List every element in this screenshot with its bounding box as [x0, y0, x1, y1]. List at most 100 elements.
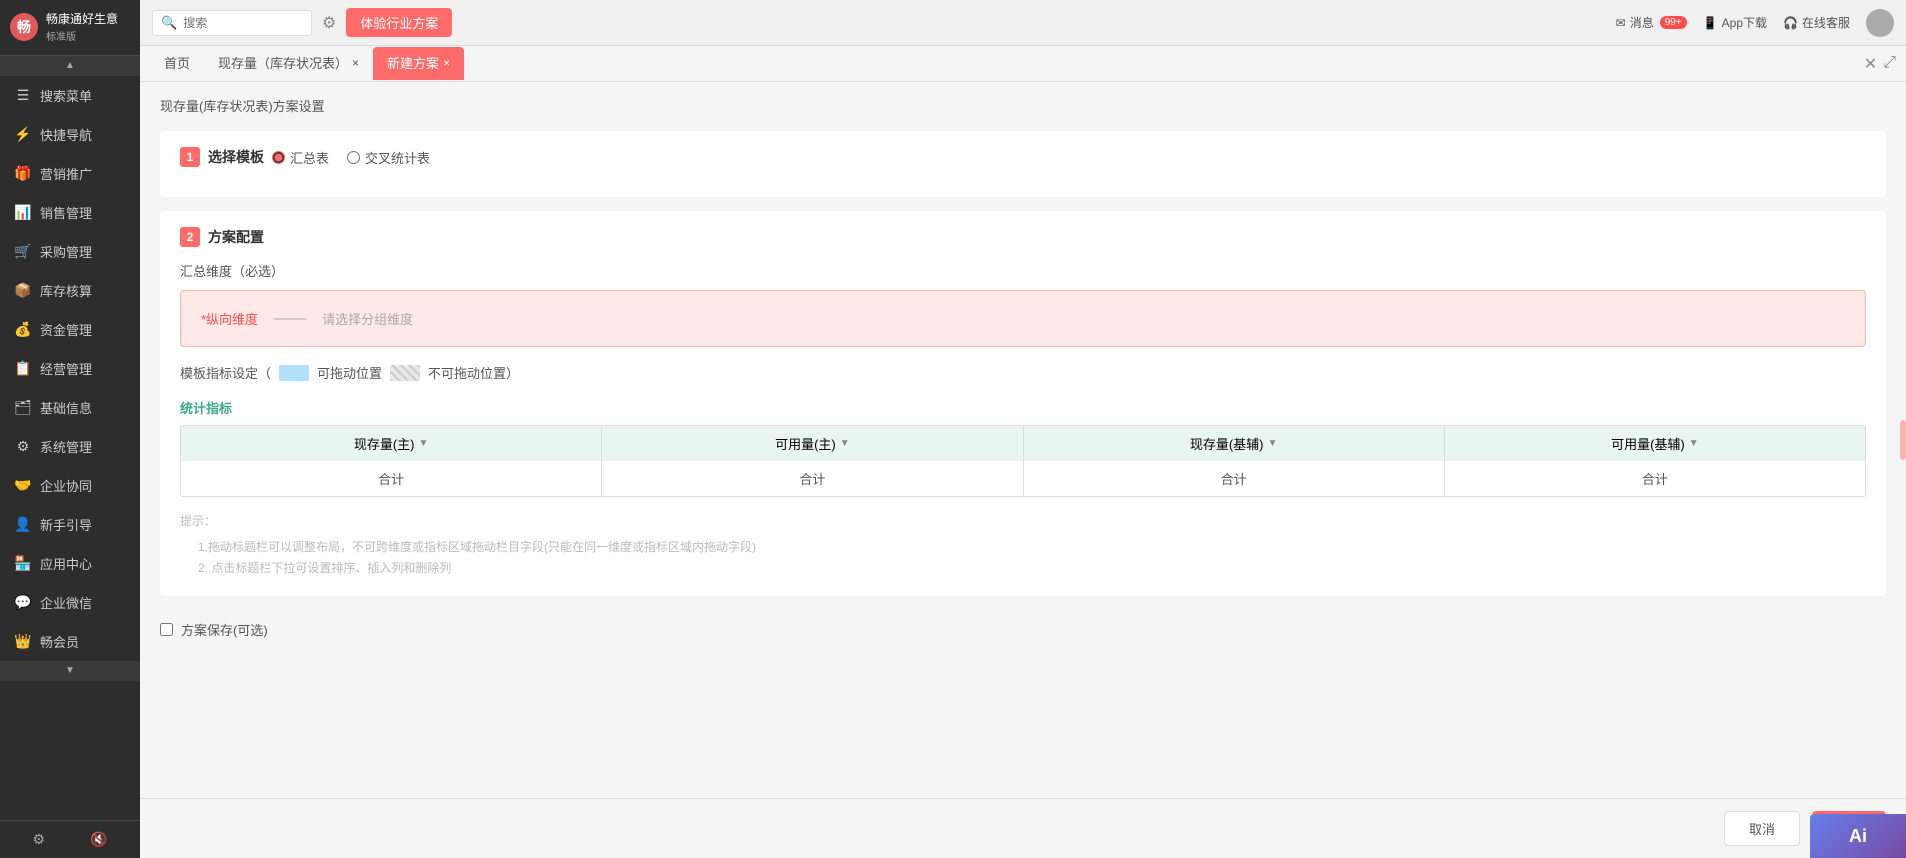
template-config-row: 模板指标设定（ 可拖动位置 不可拖动位置）: [180, 363, 1866, 382]
col-header-1[interactable]: 可用量(主) ▼: [602, 426, 1023, 461]
tab-inventory-close[interactable]: ×: [352, 56, 359, 70]
online-service-item[interactable]: 🎧 在线客服: [1783, 14, 1850, 31]
close-window-icon[interactable]: ✕: [1864, 54, 1877, 74]
step1-title: 选择模板: [208, 147, 264, 167]
window-controls: ✕ ⤢: [1864, 54, 1896, 74]
template-config-prefix: 模板指标设定（: [180, 363, 271, 382]
sidebar-item-appcenter[interactable]: 🏪 应用中心: [0, 544, 140, 583]
col-header-3[interactable]: 可用量(基辅) ▼: [1445, 426, 1865, 461]
logo-icon: 畅: [10, 13, 38, 41]
col-header-2[interactable]: 现存量(基辅) ▼: [1024, 426, 1445, 461]
tab-inventory[interactable]: 现存量（库存状况表） ×: [204, 47, 373, 80]
logo-text: 畅康通好生意 标准版: [46, 12, 118, 43]
marketing-icon: 🎁: [14, 164, 32, 182]
finance-icon: 💰: [14, 320, 32, 338]
radio-cross-input[interactable]: [347, 151, 360, 164]
sidebar-scroll-down[interactable]: ▼: [0, 661, 140, 681]
tab-new-scheme[interactable]: 新建方案 ×: [373, 47, 464, 80]
col-chevron-1[interactable]: ▼: [840, 438, 850, 449]
tab-inventory-label: 现存量（库存状况表）: [218, 53, 348, 72]
member-icon: 👑: [14, 632, 32, 650]
newbie-icon: 👤: [14, 515, 32, 533]
main-area: 🔍 ⚙ 体验行业方案 ✉ 消息 99+ 📱 App下载 🎧 在线客服 首页: [140, 0, 1906, 858]
system-icon: ⚙: [14, 437, 32, 455]
col-header-0[interactable]: 现存量(主) ▼: [181, 426, 602, 461]
save-checkbox[interactable]: [160, 623, 173, 636]
topbar-gear-icon[interactable]: ⚙: [322, 13, 336, 33]
sidebar-item-finance[interactable]: 💰 资金管理: [0, 310, 140, 349]
message-item[interactable]: ✉ 消息 99+: [1616, 14, 1687, 31]
sidebar-item-purchase[interactable]: 🛒 采购管理: [0, 232, 140, 271]
stats-table-body: 合计 合计 合计 合计: [181, 461, 1865, 496]
sidebar-item-inventory[interactable]: 📦 库存核算: [0, 271, 140, 310]
radio-summary-input[interactable]: [272, 151, 285, 164]
save-option: 方案保存(可选): [160, 610, 1886, 649]
app-download-item[interactable]: 📱 App下载: [1703, 14, 1767, 31]
sidebar: 畅 畅康通好生意 标准版 ▲ ☰ 搜索菜单 ⚡ 快捷导航 🎁 营销推广 📊 销售…: [0, 0, 140, 858]
sidebar-item-operations[interactable]: 📋 经营管理: [0, 349, 140, 388]
sidebar-item-quicknav[interactable]: ⚡ 快捷导航: [0, 115, 140, 154]
hints-section: 提示： 1.拖动标题栏可以调整布局，不可跨维度或指标区域拖动栏目字段(只能在同一…: [180, 511, 1866, 580]
topbar: 🔍 ⚙ 体验行业方案 ✉ 消息 99+ 📱 App下载 🎧 在线客服: [140, 0, 1906, 46]
ai-badge[interactable]: Ai: [1810, 814, 1906, 858]
draggable-indicator: [279, 365, 309, 381]
dimension-box[interactable]: *纵向维度 —— 请选择分组维度: [180, 290, 1866, 347]
tab-new-scheme-close[interactable]: ×: [443, 56, 450, 70]
search-input[interactable]: [183, 16, 283, 30]
hint-1: 1.拖动标题栏可以调整布局，不可跨维度或指标区域拖动栏目字段(只能在同一维度或指…: [180, 537, 1866, 559]
speaker-icon[interactable]: 🔇: [90, 831, 107, 848]
save-option-label: 方案保存(可选): [181, 620, 268, 639]
sidebar-item-member[interactable]: 👑 畅会员: [0, 622, 140, 661]
col-body-3: 合计: [1445, 461, 1865, 496]
search-box[interactable]: 🔍: [152, 10, 312, 36]
expand-window-icon[interactable]: ⤢: [1883, 54, 1896, 74]
settings-icon[interactable]: ⚙: [33, 831, 46, 848]
dimension-placeholder: 请选择分组维度: [322, 309, 413, 328]
col-chevron-0[interactable]: ▼: [419, 438, 429, 449]
topbar-right: ✉ 消息 99+ 📱 App下载 🎧 在线客服: [1616, 9, 1894, 37]
enterprise-icon: 🤝: [14, 476, 32, 494]
radio-summary[interactable]: 汇总表: [272, 148, 329, 167]
sales-icon: 📊: [14, 203, 32, 221]
sidebar-item-search[interactable]: ☰ 搜索菜单: [0, 76, 140, 115]
radio-cross[interactable]: 交叉统计表: [347, 148, 430, 167]
trial-button[interactable]: 体验行业方案: [346, 8, 452, 37]
sidebar-item-wechat[interactable]: 💬 企业微信: [0, 583, 140, 622]
col-chevron-3[interactable]: ▼: [1689, 438, 1699, 449]
quicknav-icon: ⚡: [14, 125, 32, 143]
tab-new-scheme-label: 新建方案: [387, 53, 439, 72]
sidebar-item-sales[interactable]: 📊 销售管理: [0, 193, 140, 232]
sidebar-item-newbie[interactable]: 👤 新手引导: [0, 505, 140, 544]
step2-badge: 2: [180, 227, 200, 247]
non-draggable-indicator: [390, 365, 420, 381]
col-body-1: 合计: [602, 461, 1023, 496]
sidebar-item-basic-info[interactable]: 🗂 基础信息: [0, 388, 140, 427]
page-title: 现存量(库存状况表)方案设置: [160, 96, 1886, 115]
sidebar-bottom: ⚙ 🔇: [0, 820, 140, 858]
step2-header: 2 方案配置: [180, 227, 1866, 247]
operations-icon: 📋: [14, 359, 32, 377]
sidebar-scroll-up[interactable]: ▲: [0, 56, 140, 76]
stats-section: 统计指标 现存量(主) ▼ 可用量(主) ▼ 现存量(基辅): [180, 398, 1866, 497]
sidebar-logo: 畅 畅康通好生意 标准版: [0, 0, 140, 56]
wechat-icon: 💬: [14, 593, 32, 611]
tab-home[interactable]: 首页: [150, 47, 204, 80]
sidebar-item-system[interactable]: ⚙ 系统管理: [0, 427, 140, 466]
col-chevron-2[interactable]: ▼: [1268, 438, 1278, 449]
user-avatar[interactable]: [1866, 9, 1894, 37]
col-body-0: 合计: [181, 461, 602, 496]
cancel-button[interactable]: 取消: [1724, 811, 1800, 846]
non-draggable-label: 不可拖动位置）: [428, 363, 519, 382]
right-scroll-indicator: [1900, 420, 1906, 460]
appcenter-icon: 🏪: [14, 554, 32, 572]
sidebar-item-marketing[interactable]: 🎁 营销推广: [0, 154, 140, 193]
search-menu-icon: ☰: [14, 86, 32, 104]
col-body-2: 合计: [1024, 461, 1445, 496]
dimension-required-label: *纵向维度: [201, 309, 258, 328]
step1-header: 1 选择模板 汇总表 交叉统计表: [180, 147, 1866, 167]
sidebar-item-enterprise[interactable]: 🤝 企业协同: [0, 466, 140, 505]
stats-table: 现存量(主) ▼ 可用量(主) ▼ 现存量(基辅) ▼ 可用量(基辅): [180, 425, 1866, 497]
step2-section: 2 方案配置 汇总维度（必选） *纵向维度 —— 请选择分组维度 模板指标设定（…: [160, 211, 1886, 596]
step2-title: 方案配置: [208, 227, 264, 247]
dimension-config: 汇总维度（必选） *纵向维度 —— 请选择分组维度: [180, 261, 1866, 347]
